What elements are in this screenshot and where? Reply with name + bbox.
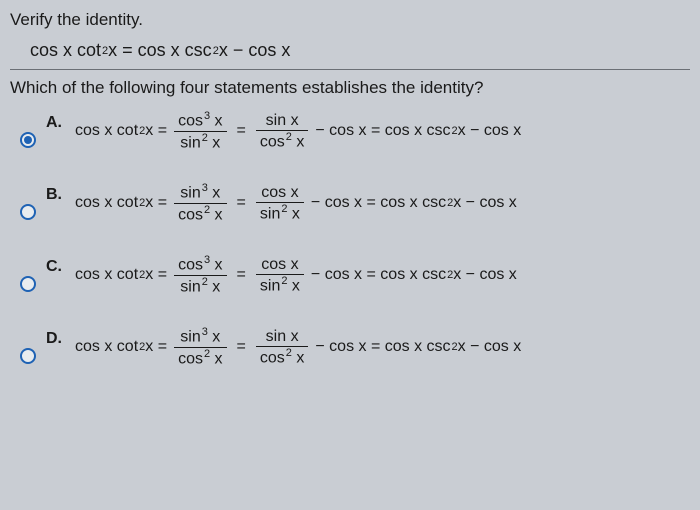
equals-sign: = — [237, 338, 246, 356]
option-tail: − cos x = cos x csc2 x − cos x — [311, 194, 517, 212]
fraction-numerator: cos3 x — [174, 110, 226, 131]
fraction-numerator: sin x — [262, 111, 303, 130]
fraction-denominator: cos2 x — [256, 131, 308, 152]
radio-button[interactable] — [20, 276, 36, 292]
option-row-c[interactable]: C.cos x cot2 x =cos3 xsin2 x=cos xsin2 x… — [20, 254, 690, 326]
fraction: sin3 xcos2 x — [174, 182, 226, 224]
fraction-numerator: cos x — [257, 255, 302, 274]
option-lhs: cos x cot2 x = — [75, 338, 167, 356]
fraction-denominator: sin2 x — [176, 132, 224, 153]
option-row-a[interactable]: A.cos x cot2 x = cos3 xsin2 x = sin xcos2 x… — [20, 110, 690, 182]
fraction: cos3 xsin2 x — [174, 110, 226, 152]
radio-button[interactable] — [20, 204, 36, 220]
option-tail: − cos x = cos x csc2 x − cos x — [315, 122, 521, 140]
fraction-denominator: cos2 x — [174, 204, 226, 225]
identity-expression: cos x cot2 x = cos x csc2 x − cos x — [30, 40, 690, 61]
option-lhs: cos x cot2 x = — [75, 122, 167, 140]
equals-sign: = — [237, 122, 246, 140]
fraction: sin xcos2 x — [256, 327, 308, 368]
option-row-b[interactable]: B.cos x cot2 x = sin3 xcos2 x = cos xsin2 x… — [20, 182, 690, 254]
fraction-denominator: sin2 x — [256, 203, 304, 224]
question-text: Which of the following four statements e… — [10, 78, 690, 98]
option-expression: cos x cot2 x = sin3 xcos2 x = cos xsin2 x −… — [72, 182, 690, 224]
equals-sign: = — [237, 266, 246, 284]
fraction-numerator: sin3 x — [176, 326, 224, 347]
fraction: sin3 xcos2 x — [174, 326, 226, 368]
divider — [10, 69, 690, 70]
verify-title: Verify the identity. — [10, 10, 690, 30]
fraction-denominator: sin2 x — [256, 275, 304, 296]
option-tail: − cos x = cos x csc2 x − cos x — [315, 338, 521, 356]
option-expression: cos x cot2 x =cos3 xsin2 x=cos xsin2 x −… — [72, 254, 690, 296]
fraction: cos3 xsin2 x — [174, 254, 226, 296]
fraction-denominator: sin2 x — [176, 276, 224, 297]
option-lhs: cos x cot2 x = — [75, 266, 167, 284]
fraction-denominator: cos2 x — [256, 347, 308, 368]
option-letter: D. — [46, 326, 72, 348]
radio-button[interactable] — [20, 132, 36, 148]
radio-col — [20, 110, 46, 148]
radio-col — [20, 182, 46, 220]
options-group: A.cos x cot2 x =cos3 xsin2 x=sin xcos2 x… — [20, 110, 690, 398]
radio-button[interactable] — [20, 348, 36, 364]
fraction: cos xsin2 x — [256, 183, 304, 224]
fraction-numerator: sin x — [262, 327, 303, 346]
fraction: sin xcos2 x — [256, 111, 308, 152]
fraction: cos xsin2 x — [256, 255, 304, 296]
option-row-d[interactable]: D.cos x cot2 x =sin3 xcos2 x=sin xcos2 x… — [20, 326, 690, 398]
option-letter: B. — [46, 182, 72, 204]
option-tail: − cos x = cos x csc2 x − cos x — [311, 266, 517, 284]
fraction-numerator: cos3 x — [174, 254, 226, 275]
identity-rhs-tail: x − cos x — [219, 40, 291, 61]
identity-lhs-tail: x = cos x csc — [108, 40, 212, 61]
fraction-numerator: sin3 x — [176, 182, 224, 203]
question-panel: Verify the identity. cos x cot2 x = cos … — [0, 0, 700, 510]
identity-lhs: cos x cot — [30, 40, 101, 61]
option-expression: cos x cot2 x = cos3 xsin2 x = sin xcos2 x −… — [72, 110, 690, 152]
option-letter: A. — [46, 110, 72, 132]
radio-col — [20, 254, 46, 292]
option-letter: C. — [46, 254, 72, 276]
radio-col — [20, 326, 46, 364]
option-expression: cos x cot2 x =sin3 xcos2 x=sin xcos2 x −… — [72, 326, 690, 368]
option-lhs: cos x cot2 x = — [75, 194, 167, 212]
equals-sign: = — [237, 194, 246, 212]
fraction-numerator: cos x — [257, 183, 302, 202]
fraction-denominator: cos2 x — [174, 348, 226, 369]
